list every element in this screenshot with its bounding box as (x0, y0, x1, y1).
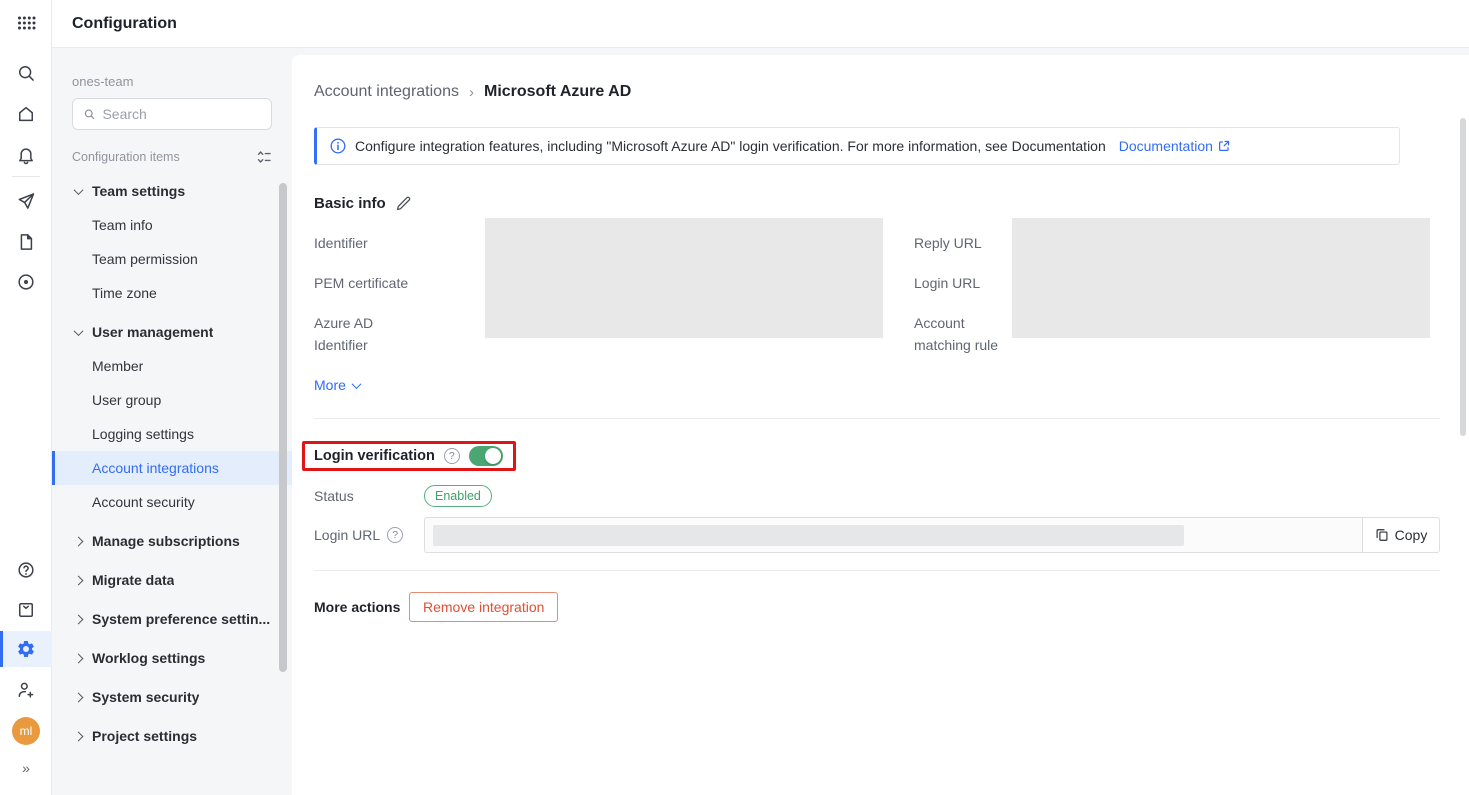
sidebar-item-member[interactable]: Member (52, 349, 292, 383)
package-icon[interactable] (16, 600, 36, 620)
sidebar-item-system-security[interactable]: System security (52, 680, 292, 714)
sidebar-item-team-info[interactable]: Team info (52, 208, 292, 242)
chevron-right-icon (73, 692, 84, 702)
sidebar-item-project-settings[interactable]: Project settings (52, 719, 292, 753)
team-name: ones-team (72, 74, 134, 89)
copy-icon (1376, 529, 1388, 541)
expand-rail-button[interactable]: » (0, 760, 52, 776)
sidebar-item-manage-subscriptions[interactable]: Manage subscriptions (52, 524, 292, 558)
documentation-link[interactable]: Documentation (1119, 138, 1231, 154)
configuration-sidebar: ones-team Configuration items Team setti… (52, 48, 292, 795)
settings-gear-icon[interactable] (16, 639, 36, 659)
info-icon (330, 138, 346, 154)
top-header: Configuration (52, 0, 1469, 48)
help-icon[interactable] (16, 560, 36, 580)
edit-pencil-icon[interactable] (395, 195, 411, 211)
home-icon[interactable] (16, 104, 36, 124)
search-icon (84, 109, 95, 119)
redacted-values-right (1012, 218, 1430, 338)
help-question-icon[interactable]: ? (387, 527, 404, 543)
bell-icon[interactable] (16, 145, 36, 165)
section-divider (314, 570, 1440, 571)
user-avatar[interactable]: ml (12, 717, 40, 745)
reply-url-label: Reply URL (914, 235, 982, 251)
redacted-values-left (485, 218, 883, 338)
collapse-all-icon[interactable] (256, 149, 272, 165)
chevron-right-icon (73, 653, 84, 663)
sidebar-item-account-integrations[interactable]: Account integrations (52, 451, 292, 485)
sidebar-item-logging-settings[interactable]: Logging settings (52, 417, 292, 451)
chevron-right-icon (73, 575, 84, 585)
copy-button[interactable]: Copy (1362, 517, 1440, 553)
chevron-down-icon (351, 378, 362, 389)
breadcrumb: Account integrations › Microsoft Azure A… (314, 55, 1440, 101)
sidebar-item-account-security[interactable]: Account security (52, 485, 292, 519)
sidebar-item-user-group[interactable]: User group (52, 383, 292, 417)
breadcrumb-parent-link[interactable]: Account integrations (314, 83, 459, 101)
sidebar-item-team-permission[interactable]: Team permission (52, 242, 292, 276)
more-actions-label: More actions (314, 599, 401, 615)
add-member-icon[interactable] (16, 680, 36, 700)
send-icon[interactable] (16, 191, 36, 211)
azure-ad-identifier-label: Azure AD Identifier (314, 315, 374, 353)
account-matching-rule-label: Account matching rule (914, 315, 999, 353)
chevron-down-icon (73, 184, 84, 195)
target-icon[interactable] (16, 272, 36, 292)
breadcrumb-current: Microsoft Azure AD (483, 83, 632, 100)
file-export-icon[interactable] (16, 232, 36, 252)
basic-info-form: Identifier PEM certificate Azure AD Iden… (314, 218, 1440, 358)
rail-divider (12, 176, 40, 177)
banner-text: Configure integration features, includin… (355, 138, 1106, 154)
login-verification-toggle[interactable] (468, 446, 503, 466)
search-input[interactable] (102, 106, 261, 122)
apps-grid-icon[interactable] (16, 13, 36, 33)
login-verification-annotation-box: Login verification ? (302, 441, 516, 471)
sidebar-scrollbar[interactable] (279, 183, 287, 672)
main-panel: Account integrations › Microsoft Azure A… (292, 55, 1469, 795)
status-label: Status (314, 488, 354, 504)
login-verification-title: Login verification (314, 448, 435, 464)
breadcrumb-separator: › (468, 84, 474, 101)
sidebar-item-system-preference-settings[interactable]: System preference settin... (52, 602, 292, 636)
chevron-right-icon (73, 536, 84, 546)
login-url-label-basic: Login URL (914, 275, 981, 291)
redacted-login-url (433, 525, 1184, 546)
pem-certificate-label: PEM certificate (314, 275, 409, 291)
status-badge: Enabled (424, 485, 492, 507)
sidebar-item-migrate-data[interactable]: Migrate data (52, 563, 292, 597)
identifier-label: Identifier (314, 235, 368, 251)
configuration-tree: Team settings Team info Team permission … (52, 174, 292, 753)
login-url-label: Login URL (314, 527, 381, 543)
sidebar-search[interactable] (72, 98, 272, 130)
app-window: ml » Configuration ones-team Configurati… (0, 0, 1469, 795)
basic-info-title: Basic info (314, 194, 386, 212)
more-link[interactable]: More (314, 375, 362, 395)
help-question-icon[interactable]: ? (443, 448, 460, 464)
left-rail: ml » (0, 0, 52, 795)
search-icon[interactable] (16, 63, 36, 83)
login-url-field[interactable] (424, 517, 1362, 553)
sidebar-item-time-zone[interactable]: Time zone (52, 276, 292, 310)
sidebar-item-worklog-settings[interactable]: Worklog settings (52, 641, 292, 675)
info-banner: Configure integration features, includin… (314, 127, 1400, 165)
chevron-right-icon (73, 614, 84, 624)
configuration-items-label: Configuration items (72, 150, 180, 164)
sidebar-item-user-management[interactable]: User management (52, 315, 292, 349)
sidebar-item-team-settings[interactable]: Team settings (52, 174, 292, 208)
rail-active-indicator (0, 631, 3, 667)
chevron-right-icon (73, 731, 84, 741)
login-url-group: Copy (424, 517, 1440, 553)
page-title: Configuration (72, 14, 177, 32)
remove-integration-button[interactable]: Remove integration (409, 592, 559, 622)
chevron-down-icon (73, 325, 84, 336)
main-scrollbar[interactable] (1460, 118, 1466, 436)
external-link-icon (1218, 140, 1230, 151)
